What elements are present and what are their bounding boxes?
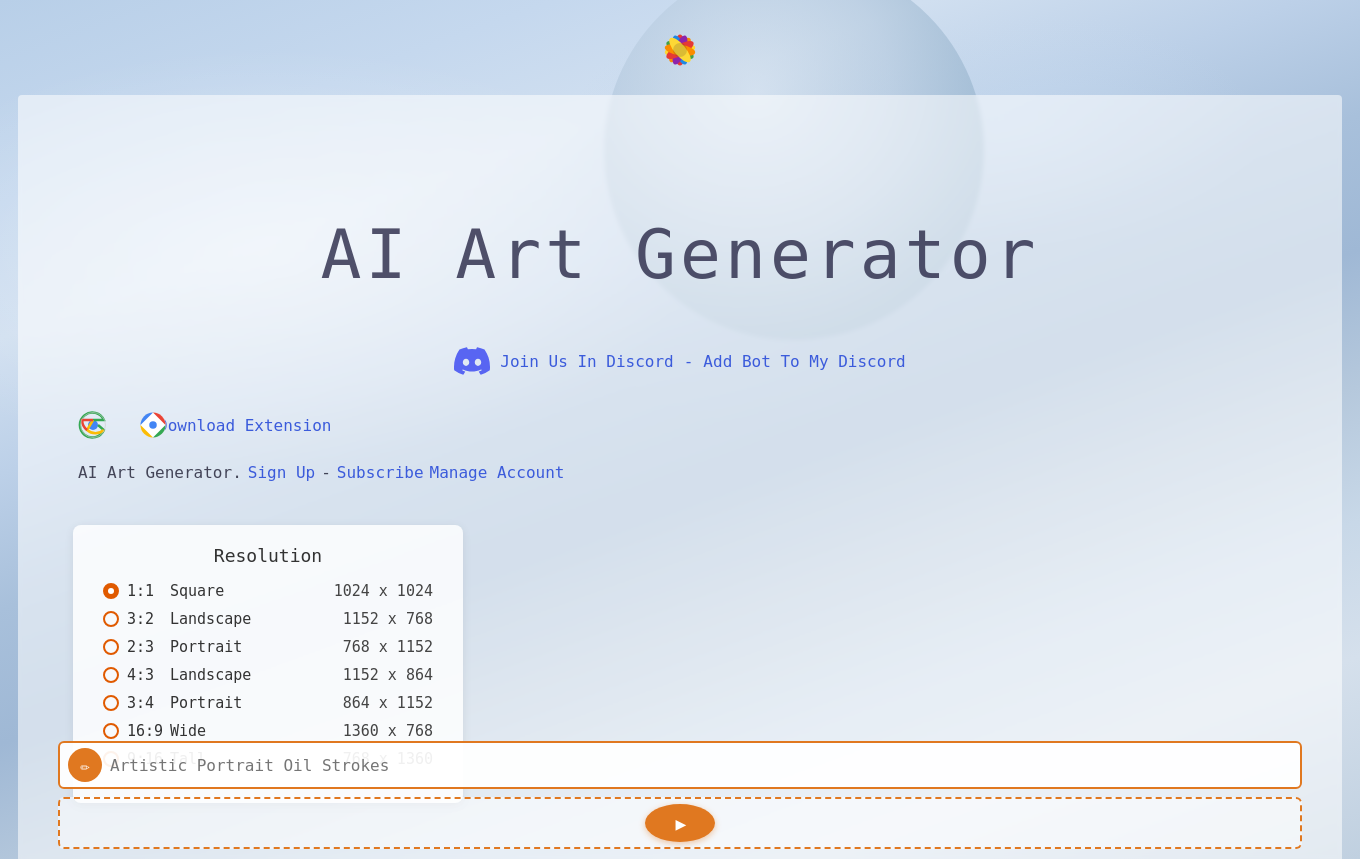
ratio-label: 3:2 [127, 610, 162, 628]
account-separator: - [321, 463, 331, 482]
radio-button-opt-4-3[interactable] [103, 667, 119, 683]
dimensions-label: 1152 x 768 [343, 610, 433, 628]
orientation-label: Portrait [170, 638, 260, 656]
app-logo [640, 10, 720, 90]
generate-area [58, 797, 1302, 849]
download-extension-link[interactable]: Download Extension [158, 416, 331, 435]
resolution-option[interactable]: 1:1 Square 1024 x 1024 [103, 582, 433, 600]
dimensions-label: 768 x 1152 [343, 638, 433, 656]
ratio-label: 16:9 [127, 722, 162, 740]
ratio-label: 4:3 [127, 666, 162, 684]
chrome-icon-2 [138, 410, 168, 440]
orientation-label: Portrait [170, 694, 260, 712]
resolution-option[interactable]: 3:2 Landscape 1152 x 768 [103, 610, 433, 628]
orientation-label: Square [170, 582, 260, 600]
svg-point-9 [673, 43, 687, 57]
resolution-option[interactable]: 2:3 Portrait 768 x 1152 [103, 638, 433, 656]
ratio-label: 2:3 [127, 638, 162, 656]
generate-dashed-box [58, 797, 1302, 849]
radio-button-opt-16-9[interactable] [103, 723, 119, 739]
dimensions-label: 864 x 1152 [343, 694, 433, 712]
generate-button[interactable] [645, 804, 715, 842]
subscribe-link[interactable]: Subscribe [337, 463, 424, 482]
chrome-icon [78, 410, 108, 440]
pencil-button[interactable]: ✏ [68, 748, 102, 782]
resolution-option[interactable]: 4:3 Landscape 1152 x 864 [103, 666, 433, 684]
discord-separator: - [684, 352, 694, 371]
radio-button-opt-2-3[interactable] [103, 639, 119, 655]
account-prefix: AI Art Generator. [78, 463, 242, 482]
resolution-option[interactable]: 3:4 Portrait 864 x 1152 [103, 694, 433, 712]
manage-account-link[interactable]: Manage Account [430, 463, 565, 482]
ratio-label: 3:4 [127, 694, 162, 712]
dimensions-label: 1024 x 1024 [334, 582, 433, 600]
dimensions-label: 1152 x 864 [343, 666, 433, 684]
extension-row: Download Extension [78, 410, 331, 440]
add-bot-discord-link[interactable]: Add Bot To My Discord [703, 352, 905, 371]
orientation-label: Wide [170, 722, 260, 740]
ratio-label: 1:1 [127, 582, 162, 600]
resolution-option[interactable]: 16:9 Wide 1360 x 768 [103, 722, 433, 740]
radio-button-opt-3-4[interactable] [103, 695, 119, 711]
page-title: AI Art Generator [18, 215, 1342, 294]
radio-button-opt-1-1[interactable] [103, 583, 119, 599]
prompt-input-wrapper: ✏ [58, 741, 1302, 789]
prompt-input[interactable] [110, 756, 1292, 775]
discord-icon [454, 343, 490, 379]
main-card: AI Art Generator Join Us In Discord - Ad… [18, 95, 1342, 859]
orientation-label: Landscape [170, 666, 260, 684]
resolution-title: Resolution [103, 545, 433, 566]
join-discord-link[interactable]: Join Us In Discord [500, 352, 673, 371]
svg-point-14 [149, 421, 157, 429]
dimensions-label: 1360 x 768 [343, 722, 433, 740]
discord-row: Join Us In Discord - Add Bot To My Disco… [18, 343, 1342, 379]
prompt-container: ✏ [58, 741, 1302, 789]
radio-button-opt-3-2[interactable] [103, 611, 119, 627]
signup-row: AI Art Generator. Sign Up - Subscribe Ma… [78, 463, 564, 482]
pencil-icon: ✏ [80, 756, 90, 775]
orientation-label: Landscape [170, 610, 260, 628]
signup-link[interactable]: Sign Up [248, 463, 315, 482]
